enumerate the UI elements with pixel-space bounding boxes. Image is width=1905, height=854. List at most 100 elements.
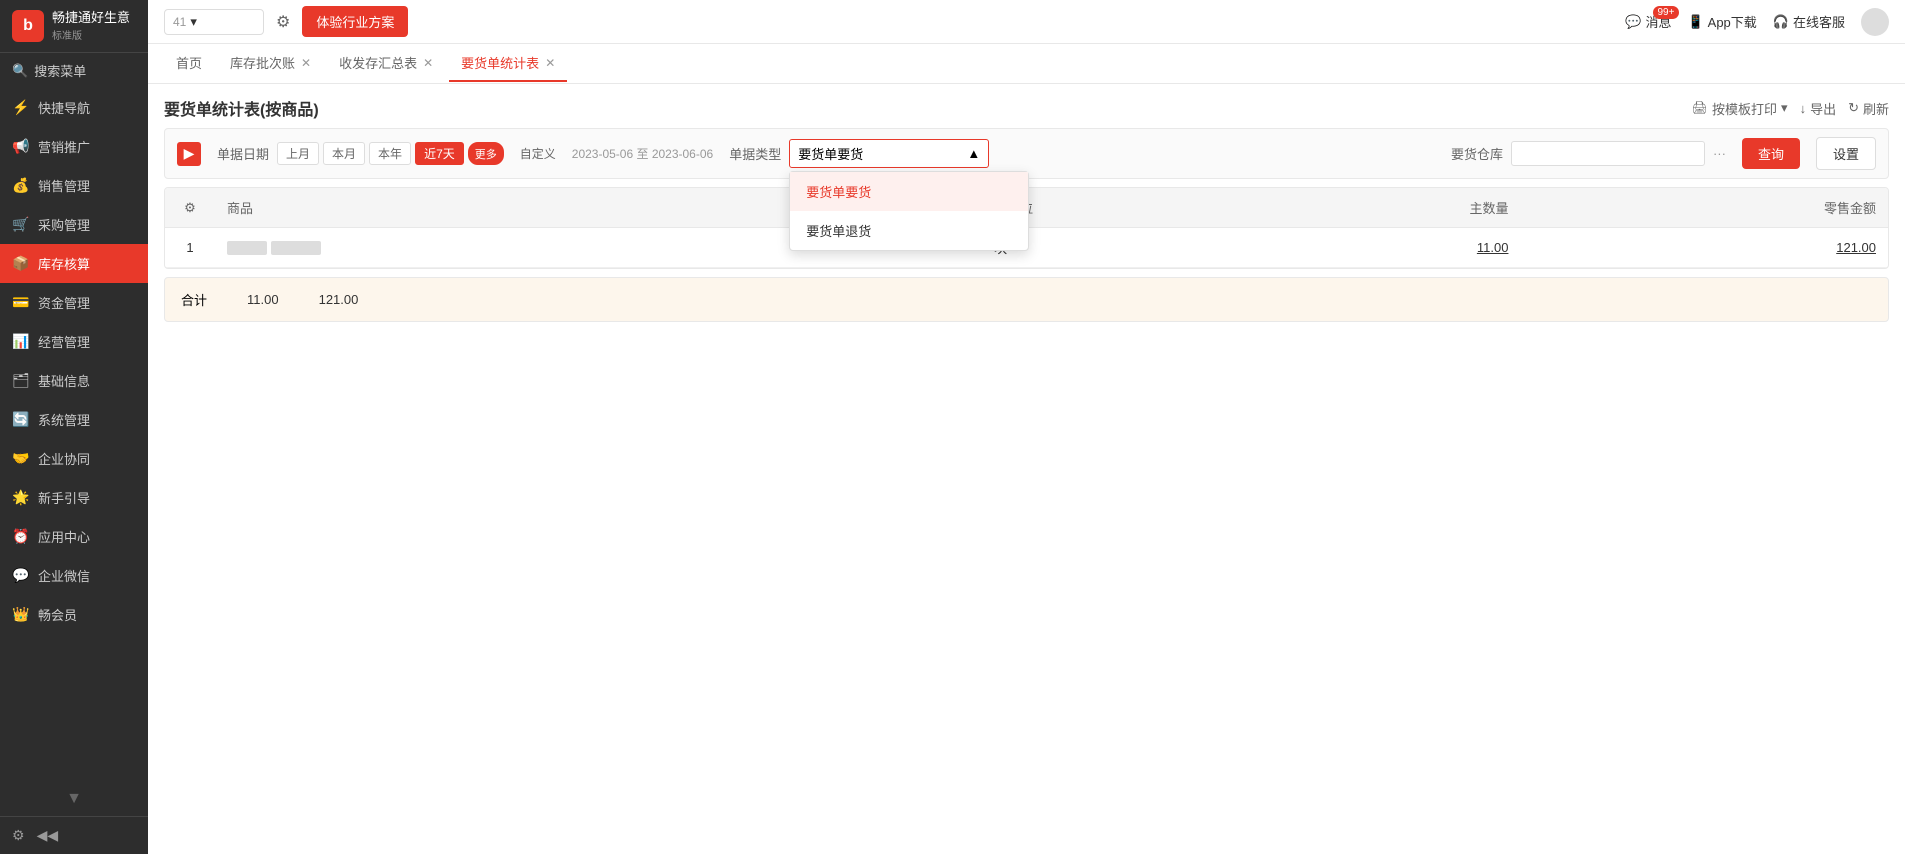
nav-label-system: 系统管理 — [38, 410, 90, 429]
sidebar-item-member[interactable]: 👑 畅会员 — [0, 595, 148, 634]
sidebar-item-operations[interactable]: 📊 经营管理 — [0, 322, 148, 361]
nav-label-operations: 经营管理 — [38, 332, 90, 351]
nav-icon-member: 👑 — [12, 606, 30, 624]
sidebar-item-wechat[interactable]: 💬 企业微信 — [0, 556, 148, 595]
sidebar-item-sales[interactable]: 💰销售管理 — [0, 166, 148, 205]
tab-2[interactable]: 收发存汇总表✕ — [327, 45, 445, 82]
export-label: 导出 — [1810, 99, 1836, 118]
sidebar-item-shortcut[interactable]: ⚡快捷导航 — [0, 88, 148, 127]
warehouse-more-icon[interactable]: ··· — [1713, 146, 1726, 161]
nav-label-inventory: 库存核算 — [38, 254, 90, 273]
settings-col-icon[interactable]: ⚙ — [184, 200, 196, 215]
nav-icon-guide: 🌟 — [12, 489, 30, 507]
date-shortcut-2[interactable]: 本年 — [369, 142, 411, 165]
nav-label-marketing: 营销推广 — [38, 137, 90, 156]
type-filter-select[interactable]: 要货单要货 ▲ — [789, 139, 989, 168]
refresh-button[interactable]: ↻ 刷新 — [1848, 99, 1889, 118]
sidebar-item-finance[interactable]: 💳资金管理 — [0, 283, 148, 322]
nav-icon-sales: 💰 — [12, 177, 30, 195]
tab-label-3: 要货单统计表 — [461, 53, 539, 72]
tab-close-1[interactable]: ✕ — [301, 56, 311, 70]
nav-icon-operations: 📊 — [12, 333, 30, 351]
trial-button[interactable]: 体验行业方案 — [302, 6, 408, 37]
query-button[interactable]: 查询 — [1742, 138, 1800, 169]
tab-close-2[interactable]: ✕ — [423, 56, 433, 70]
header-gear-icon[interactable]: ⚙ — [276, 12, 290, 32]
page-area: 要货单统计表(按商品) 🖨 按模板打印 ▾ ↓ 导出 ↻ 刷新 ▶ — [148, 84, 1905, 854]
app-logo: b 畅捷通好生意 标准版 — [0, 0, 148, 53]
online-service-label: 在线客服 — [1793, 12, 1845, 31]
date-range-display: 2023-05-06 至 2023-06-06 — [572, 145, 713, 162]
custom-date-button[interactable]: 自定义 — [512, 143, 564, 164]
nav-label-wechat: 企业微信 — [38, 566, 90, 585]
sidebar-item-purchase[interactable]: 🛒采购管理 — [0, 205, 148, 244]
export-icon: ↓ — [1800, 101, 1807, 116]
sidebar-scroll-down[interactable]: ▼ — [0, 782, 148, 816]
nav-label-appstore: 应用中心 — [38, 527, 90, 546]
date-shortcuts: 上月本月本年近7天更多 — [277, 142, 504, 165]
store-selector[interactable]: 41 ▾ — [164, 9, 264, 35]
col-product: 商品 — [215, 188, 785, 228]
sidebar-item-appstore[interactable]: ⏰应用中心 — [0, 517, 148, 556]
col-amount: 零售金额 — [1520, 188, 1888, 228]
messages-button[interactable]: 💬 消息 99+ — [1625, 12, 1671, 31]
nav-label-guide: 新手引导 — [38, 488, 90, 507]
sidebar-nav: ⚡快捷导航📢营销推广💰销售管理🛒采购管理📦库存核算💳资金管理 📊 经营管理 🗂基础信息… — [0, 88, 148, 782]
footer-amount: 121.00 — [319, 292, 359, 307]
sidebar-item-inventory[interactable]: 📦库存核算 — [0, 244, 148, 283]
app-name: 畅捷通好生意 — [52, 10, 130, 27]
sidebar-item-guide[interactable]: 🌟 新手引导 — [0, 478, 148, 517]
nav-icon-finance: 💳 — [12, 294, 30, 312]
page-title: 要货单统计表(按商品) — [164, 96, 319, 120]
date-shortcut-0[interactable]: 上月 — [277, 142, 319, 165]
tab-0[interactable]: 首页 — [164, 45, 214, 82]
nav-icon-purchase: 🛒 — [12, 216, 30, 234]
chevron-down-icon: ▾ — [190, 14, 197, 30]
type-select-value: 要货单要货 — [798, 144, 863, 163]
type-filter-wrapper: 要货单要货 ▲ 要货单要货 要货单退货 — [789, 139, 989, 168]
sidebar-item-cooperation[interactable]: 🤝企业协同 — [0, 439, 148, 478]
search-label: 搜索菜单 — [34, 61, 86, 80]
app-download-label: App下载 — [1708, 12, 1757, 31]
date-shortcut-1[interactable]: 本月 — [323, 142, 365, 165]
nav-icon-wechat: 💬 — [12, 567, 30, 585]
settings-button[interactable]: 设置 — [1816, 137, 1876, 170]
message-icon: 💬 — [1625, 14, 1641, 30]
page-header: 要货单统计表(按商品) 🖨 按模板打印 ▾ ↓ 导出 ↻ 刷新 — [148, 84, 1905, 128]
search-menu[interactable]: 🔍 搜索菜单 — [0, 53, 148, 88]
type-filter-label: 单据类型 — [729, 144, 781, 163]
type-filter-group: 单据类型 要货单要货 ▲ 要货单要货 要货单退货 — [729, 139, 1435, 168]
nav-icon-cooperation: 🤝 — [12, 450, 30, 468]
print-icon: 🖨 — [1692, 100, 1709, 116]
tab-label-1: 库存批次账 — [230, 53, 295, 72]
warehouse-filter-group: 要货仓库 ··· — [1451, 141, 1726, 166]
headset-icon: 🎧 — [1773, 14, 1789, 30]
collapse-icon[interactable]: ◀◀ — [37, 827, 59, 844]
cell-index-0: 1 — [165, 228, 215, 268]
tab-close-3[interactable]: ✕ — [545, 56, 555, 70]
print-label: 按模板打印 — [1712, 99, 1777, 118]
settings-icon[interactable]: ⚙ — [12, 827, 25, 844]
online-service-button[interactable]: 🎧 在线客服 — [1773, 12, 1845, 31]
dropdown-item-1[interactable]: 要货单退货 — [790, 211, 1028, 250]
print-button[interactable]: 🖨 按模板打印 ▾ — [1692, 99, 1788, 118]
tab-1[interactable]: 库存批次账 ✕ — [218, 45, 323, 82]
app-download-icon: 📱 — [1687, 14, 1703, 30]
sidebar-item-system[interactable]: 🔄系统管理 — [0, 400, 148, 439]
date-shortcut-more[interactable]: 更多 — [468, 142, 504, 165]
date-shortcut-3[interactable]: 近7天 — [415, 142, 464, 165]
app-download-button[interactable]: 📱 App下载 — [1687, 12, 1756, 31]
warehouse-input[interactable] — [1511, 141, 1705, 166]
main-content: 41 ▾ ⚙ 体验行业方案 💬 消息 99+ 📱 App下载 🎧 在线客服 首页… — [148, 0, 1905, 854]
refresh-label: 刷新 — [1863, 99, 1889, 118]
user-avatar[interactable] — [1861, 8, 1889, 36]
sidebar-bottom: ⚙ ◀◀ — [0, 816, 148, 854]
export-button[interactable]: ↓ 导出 — [1800, 99, 1837, 118]
tab-3[interactable]: 要货单统计表 ✕ — [449, 45, 567, 82]
sidebar-item-marketing[interactable]: 📢营销推广 — [0, 127, 148, 166]
sidebar-item-basic[interactable]: 🗂基础信息 — [0, 361, 148, 400]
dropdown-item-0[interactable]: 要货单要货 — [790, 172, 1028, 211]
nav-label-member: 畅会员 — [38, 605, 77, 624]
store-number: 41 — [173, 15, 186, 29]
filter-expand-button[interactable]: ▶ — [177, 142, 201, 166]
